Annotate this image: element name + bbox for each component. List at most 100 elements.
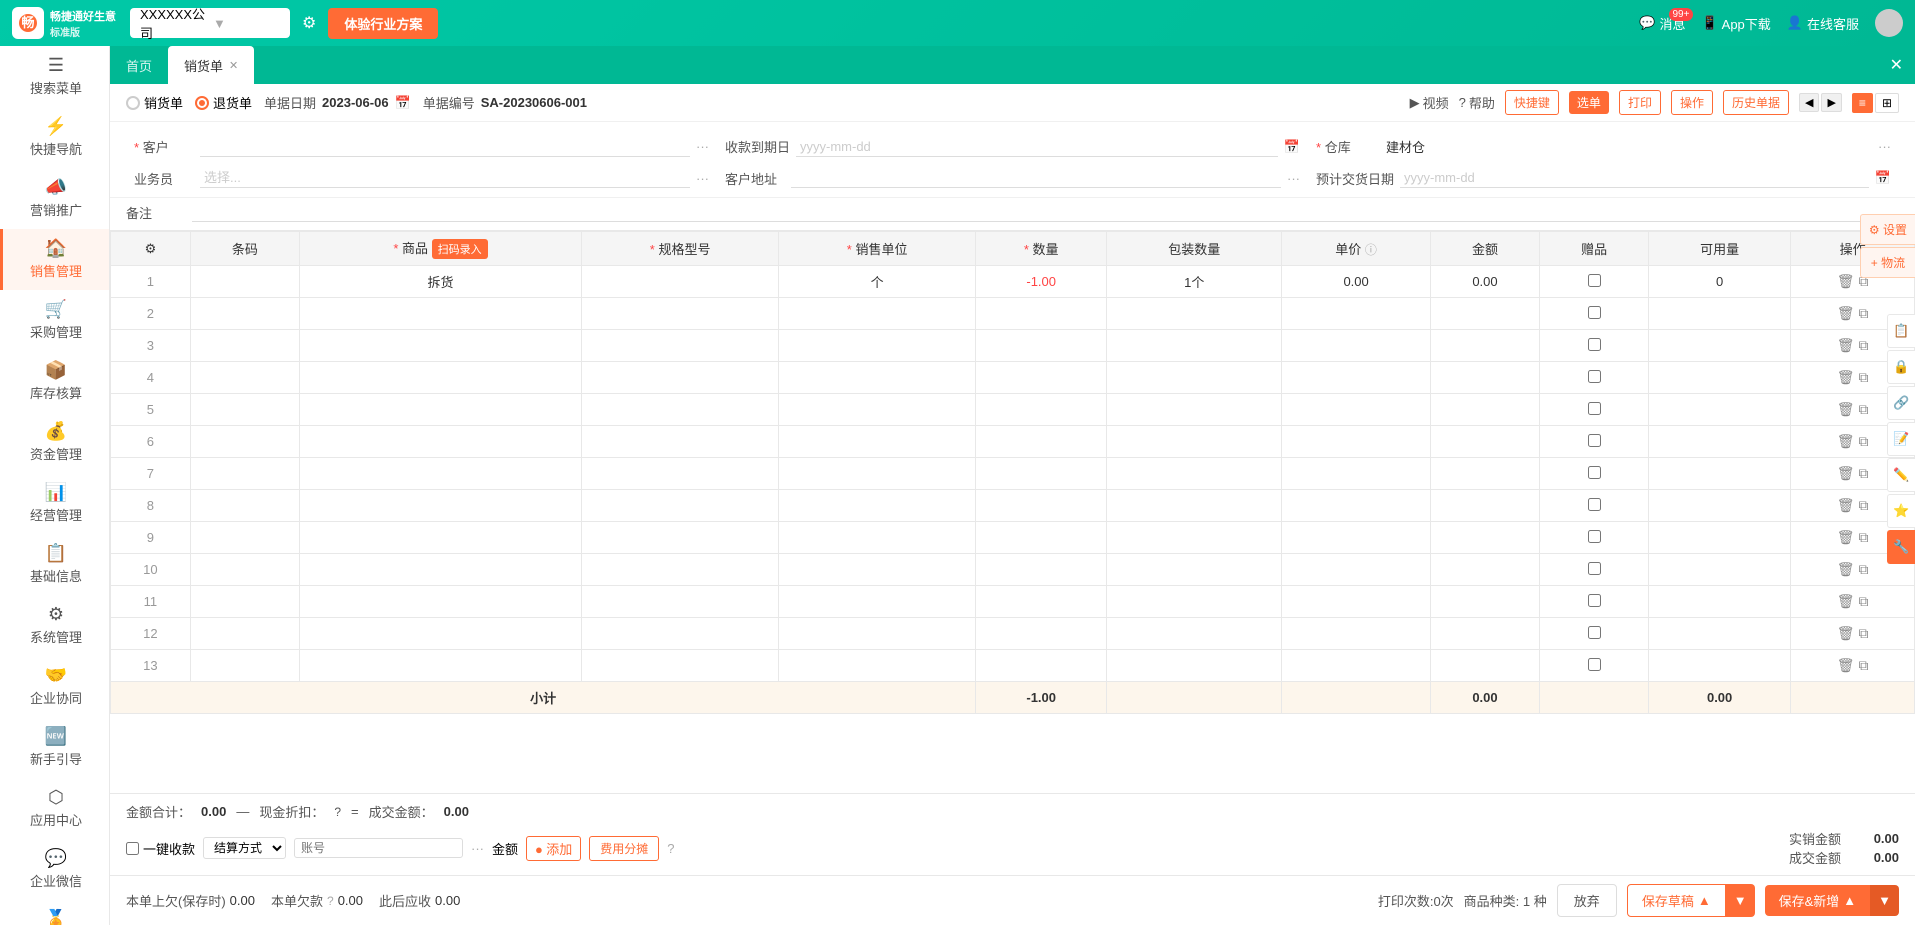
row-barcode[interactable]: [190, 650, 299, 682]
account-input[interactable]: [294, 838, 463, 858]
row-qty[interactable]: [976, 458, 1107, 490]
row-unit[interactable]: [779, 298, 976, 330]
date-value[interactable]: 2023-06-06: [322, 95, 389, 110]
row-unit-price[interactable]: [1282, 362, 1431, 394]
row-unit-price[interactable]: [1282, 394, 1431, 426]
copy-row-button[interactable]: ⧉: [1858, 465, 1868, 482]
row-unit-price[interactable]: [1282, 330, 1431, 362]
row-unit-price[interactable]: [1282, 490, 1431, 522]
row-unit-price[interactable]: [1282, 554, 1431, 586]
row-unit-price[interactable]: [1282, 522, 1431, 554]
delete-row-button[interactable]: 🗑: [1837, 433, 1855, 450]
copy-row-button[interactable]: ⧉: [1858, 305, 1868, 322]
copy-row-button[interactable]: ⧉: [1858, 529, 1868, 546]
row-qty[interactable]: [976, 618, 1107, 650]
row-qty[interactable]: [976, 330, 1107, 362]
row-qty[interactable]: [976, 586, 1107, 618]
online-service-button[interactable]: 👤 在线客服: [1787, 14, 1859, 33]
row-barcode[interactable]: [190, 298, 299, 330]
row-qty[interactable]: [976, 522, 1107, 554]
choose-button[interactable]: 选单: [1569, 91, 1609, 114]
print-button[interactable]: 打印: [1619, 90, 1661, 115]
next-record-button[interactable]: ▶: [1821, 93, 1841, 112]
scan-button[interactable]: 扫码录入: [432, 239, 488, 259]
row-barcode[interactable]: [190, 266, 299, 298]
float-btn-5[interactable]: ✏️: [1887, 458, 1915, 492]
row-pack-qty[interactable]: [1107, 458, 1282, 490]
gift-checkbox[interactable]: [1588, 274, 1601, 287]
row-unit-price[interactable]: [1282, 458, 1431, 490]
row-amount[interactable]: [1430, 458, 1539, 490]
delete-row-button[interactable]: 🗑: [1837, 625, 1855, 642]
row-barcode[interactable]: [190, 394, 299, 426]
add-payment-button[interactable]: ● 添加: [526, 836, 581, 861]
customer-input[interactable]: [200, 137, 690, 157]
gift-checkbox[interactable]: [1588, 658, 1601, 671]
gift-checkbox[interactable]: [1588, 466, 1601, 479]
delete-row-button[interactable]: 🗑: [1837, 593, 1855, 610]
row-qty[interactable]: [976, 426, 1107, 458]
message-button[interactable]: 💬 消息 99+: [1639, 14, 1685, 33]
row-product[interactable]: [299, 394, 581, 426]
app-download-button[interactable]: 📱 App下载: [1701, 14, 1770, 33]
copy-row-button[interactable]: ⧉: [1858, 497, 1868, 514]
row-spec[interactable]: [582, 330, 779, 362]
row-unit[interactable]: [779, 362, 976, 394]
copy-row-button[interactable]: ⧉: [1858, 657, 1868, 674]
grid-view-button[interactable]: ⊞: [1875, 93, 1899, 113]
float-btn-6[interactable]: ⭐: [1887, 494, 1915, 528]
payment-due-input[interactable]: [796, 137, 1278, 157]
row-gift[interactable]: [1540, 266, 1649, 298]
row-amount[interactable]: [1430, 362, 1539, 394]
row-amount[interactable]: [1430, 522, 1539, 554]
row-product[interactable]: 拆货: [299, 266, 581, 298]
delete-row-button[interactable]: 🗑: [1837, 369, 1855, 386]
row-barcode[interactable]: [190, 522, 299, 554]
row-qty[interactable]: [976, 490, 1107, 522]
method-select[interactable]: 结算方式: [203, 837, 286, 859]
row-gift[interactable]: [1540, 618, 1649, 650]
sidebar-item-operations[interactable]: 📊 经营管理: [0, 473, 109, 534]
copy-row-button[interactable]: ⧉: [1858, 433, 1868, 450]
row-spec[interactable]: [582, 362, 779, 394]
row-spec[interactable]: [582, 650, 779, 682]
logistics-panel-button[interactable]: + 物流: [1860, 247, 1915, 278]
help-link[interactable]: ? 帮助: [1459, 93, 1495, 112]
copy-row-button[interactable]: ⧉: [1858, 337, 1868, 354]
row-spec[interactable]: [582, 266, 779, 298]
row-amount[interactable]: [1430, 650, 1539, 682]
float-btn-4[interactable]: 📝: [1887, 422, 1915, 456]
row-pack-qty[interactable]: [1107, 554, 1282, 586]
row-pack-qty[interactable]: [1107, 394, 1282, 426]
account-dots-icon[interactable]: ···: [471, 841, 484, 856]
row-gift[interactable]: [1540, 330, 1649, 362]
row-unit[interactable]: [779, 394, 976, 426]
total-owe-info-icon[interactable]: ?: [327, 894, 334, 908]
user-avatar[interactable]: [1875, 9, 1903, 37]
discard-button[interactable]: 放弃: [1557, 884, 1617, 917]
warehouse-dots-icon[interactable]: ···: [1878, 139, 1891, 154]
row-amount[interactable]: [1430, 394, 1539, 426]
row-spec[interactable]: [582, 618, 779, 650]
settings-gear-button[interactable]: ⚙: [298, 9, 320, 37]
prev-record-button[interactable]: ◀: [1799, 93, 1819, 112]
unit-price-info-icon[interactable]: ⓘ: [1365, 243, 1377, 257]
row-unit-price[interactable]: [1282, 586, 1431, 618]
row-gift[interactable]: [1540, 650, 1649, 682]
sidebar-item-system[interactable]: ⚙ 系统管理: [0, 595, 109, 656]
row-spec[interactable]: [582, 426, 779, 458]
row-gift[interactable]: [1540, 490, 1649, 522]
row-amount[interactable]: [1430, 586, 1539, 618]
row-pack-qty[interactable]: [1107, 650, 1282, 682]
float-btn-3[interactable]: 🔗: [1887, 386, 1915, 420]
row-product[interactable]: [299, 650, 581, 682]
save-draft-button[interactable]: 保存草稿 ▲: [1627, 884, 1726, 917]
row-qty[interactable]: [976, 650, 1107, 682]
float-btn-1[interactable]: 📋: [1887, 314, 1915, 348]
sidebar-item-guide[interactable]: 🆕 新手引导: [0, 717, 109, 778]
row-barcode[interactable]: [190, 490, 299, 522]
gift-checkbox[interactable]: [1588, 498, 1601, 511]
payment-checkbox[interactable]: [126, 842, 139, 855]
copy-row-button[interactable]: ⧉: [1858, 625, 1868, 642]
row-spec[interactable]: [582, 458, 779, 490]
